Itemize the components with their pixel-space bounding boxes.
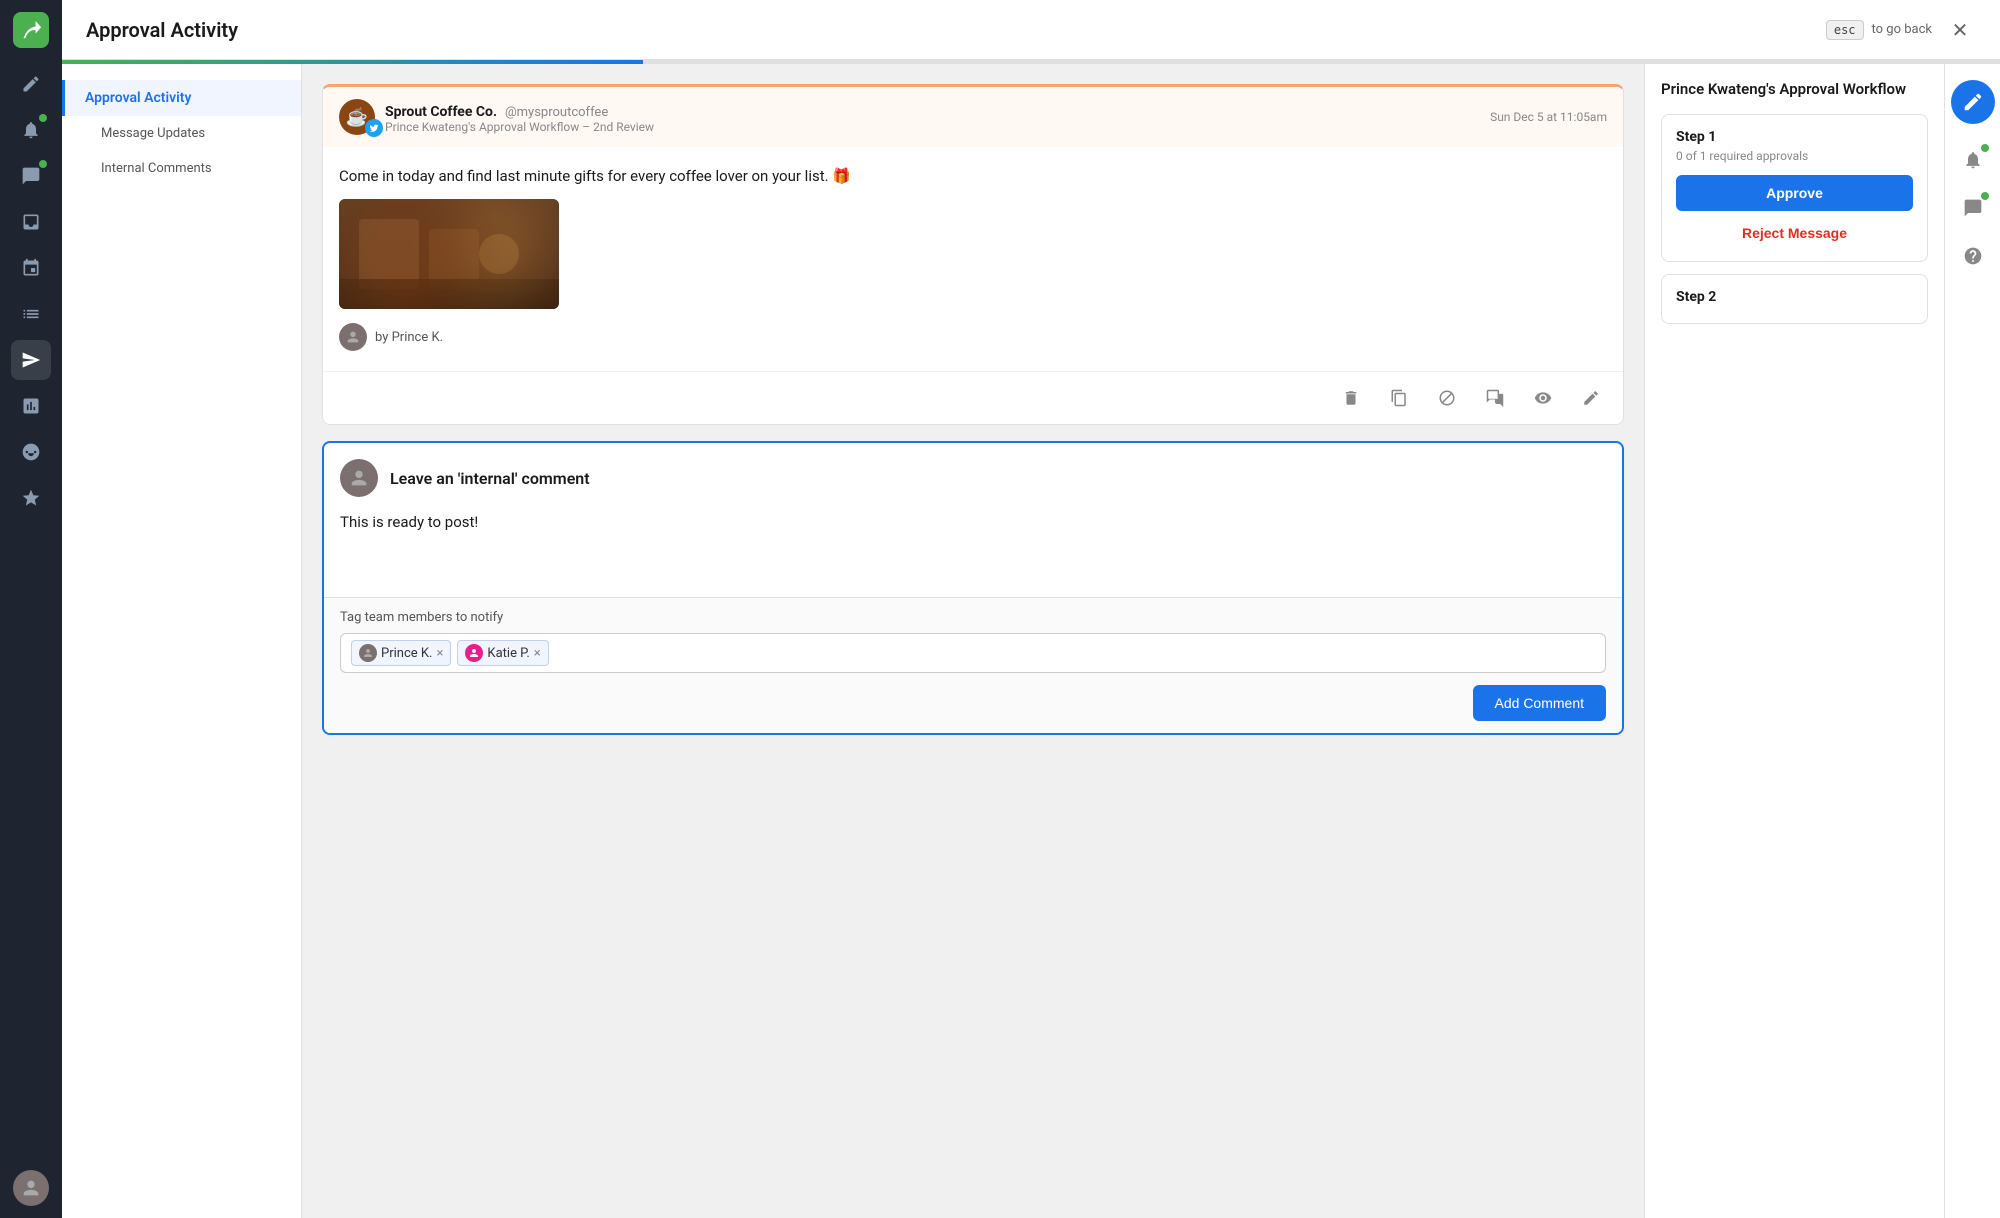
nav-message-updates[interactable]: Message Updates [62,116,301,151]
notifications-rs-icon[interactable] [1953,140,1993,180]
close-button[interactable]: ✕ [1944,14,1976,46]
commenter-avatar [340,459,378,497]
add-comment-button[interactable]: Add Comment [1473,685,1606,721]
post-meta: Sprout Coffee Co. @mysproutcoffee Prince… [385,101,1480,134]
right-panel: Prince Kwateng's Approval Workflow Step … [1644,64,1944,1218]
tag-input-area[interactable]: Prince K. × Katie P. × [340,633,1606,673]
post-image-inner [339,199,559,309]
post-author: by Prince K. [339,323,1607,351]
block-post-icon[interactable] [1431,382,1463,414]
tag-chip-prince: Prince K. × [351,640,451,666]
main-container: Approval Activity esc to go back ✕ Appro… [62,0,2000,1218]
account-handle: @mysproutcoffee [505,105,608,120]
app-logo[interactable] [13,12,49,48]
messages-badge [39,160,47,168]
post-workflow: Prince Kwateng's Approval Workflow – 2nd… [385,120,1480,134]
help-rs-icon[interactable] [1953,236,1993,276]
right-sidebar [1944,64,2000,1218]
pin-sidebar-icon[interactable] [11,248,51,288]
left-nav: Approval Activity Message Updates Intern… [62,64,302,1218]
tag-name-katie: Katie P. [487,646,529,661]
post-card: ☕ Sprout Coffee Co. @mysproutcoffee Prin… [322,84,1624,425]
center-content: ☕ Sprout Coffee Co. @mysproutcoffee Prin… [302,64,1644,1218]
post-account: Sprout Coffee Co. @mysproutcoffee [385,101,1480,120]
star-sidebar-icon[interactable] [11,478,51,518]
tag-remove-prince[interactable]: × [436,647,443,660]
messages-sidebar-icon[interactable] [11,156,51,196]
compose-rs-button[interactable] [1951,80,1995,124]
author-avatar [339,323,367,351]
tag-name-prince: Prince K. [381,646,432,661]
analytics-sidebar-icon[interactable] [11,386,51,426]
esc-hint: esc to go back [1826,20,1932,40]
comment-textarea[interactable] [324,513,1622,593]
comment-post-icon[interactable] [1479,382,1511,414]
copy-post-icon[interactable] [1383,382,1415,414]
comment-card: Leave an 'internal' comment Tag team mem… [322,441,1624,735]
delete-post-icon[interactable] [1335,382,1367,414]
nav-approval-activity[interactable]: Approval Activity [62,80,301,116]
compose-sidebar-icon[interactable] [11,64,51,104]
esc-key: esc [1826,20,1864,40]
left-sidebar [0,0,62,1218]
nav-internal-comments[interactable]: Internal Comments [62,151,301,186]
publish-sidebar-icon[interactable] [11,340,51,380]
add-comment-row: Add Comment [340,685,1606,721]
step-1-title: Step 1 [1676,129,1913,145]
comment-header: Leave an 'internal' comment [324,443,1622,513]
bot-sidebar-icon[interactable] [11,432,51,472]
edit-post-icon[interactable] [1575,382,1607,414]
preview-post-icon[interactable] [1527,382,1559,414]
user-avatar[interactable] [13,1170,49,1206]
esc-hint-text: to go back [1872,22,1932,37]
comment-label: Leave an 'internal' comment [390,469,590,488]
step-1-card: Step 1 0 of 1 required approvals Approve… [1661,114,1928,262]
chat-rs-icon[interactable] [1953,188,1993,228]
step-2-title: Step 2 [1676,289,1913,305]
account-name: Sprout Coffee Co. [385,104,497,120]
author-name: by Prince K. [375,330,443,345]
tag-avatar-katie [465,644,483,662]
step-2-card: Step 2 [1661,274,1928,324]
content-area: Approval Activity Message Updates Intern… [62,64,2000,1218]
inbox-sidebar-icon[interactable] [11,202,51,242]
reject-button[interactable]: Reject Message [1676,219,1913,247]
tag-chip-katie: Katie P. × [457,640,548,666]
platform-twitter-icon [365,119,383,137]
post-card-header: ☕ Sprout Coffee Co. @mysproutcoffee Prin… [323,87,1623,147]
step-1-required: 0 of 1 required approvals [1676,149,1913,163]
post-actions [323,371,1623,424]
comment-footer: Tag team members to notify Prince K. × [324,597,1622,733]
top-bar: Approval Activity esc to go back ✕ [62,0,2000,60]
page-title: Approval Activity [86,18,1814,42]
workflow-title: Prince Kwateng's Approval Workflow [1661,80,1928,98]
post-body: Come in today and find last minute gifts… [323,147,1623,371]
rs-notifications-badge [1981,144,1989,152]
approve-button[interactable]: Approve [1676,175,1913,211]
tag-avatar-prince [359,644,377,662]
tag-remove-katie[interactable]: × [534,647,541,660]
tag-label: Tag team members to notify [340,610,1606,625]
post-image [339,199,559,309]
list-sidebar-icon[interactable] [11,294,51,334]
post-timestamp: Sun Dec 5 at 11:05am [1490,110,1607,124]
notifications-sidebar-icon[interactable] [11,110,51,150]
notifications-badge [39,114,47,122]
rs-chat-badge [1981,192,1989,200]
post-text: Come in today and find last minute gifts… [339,167,1607,185]
